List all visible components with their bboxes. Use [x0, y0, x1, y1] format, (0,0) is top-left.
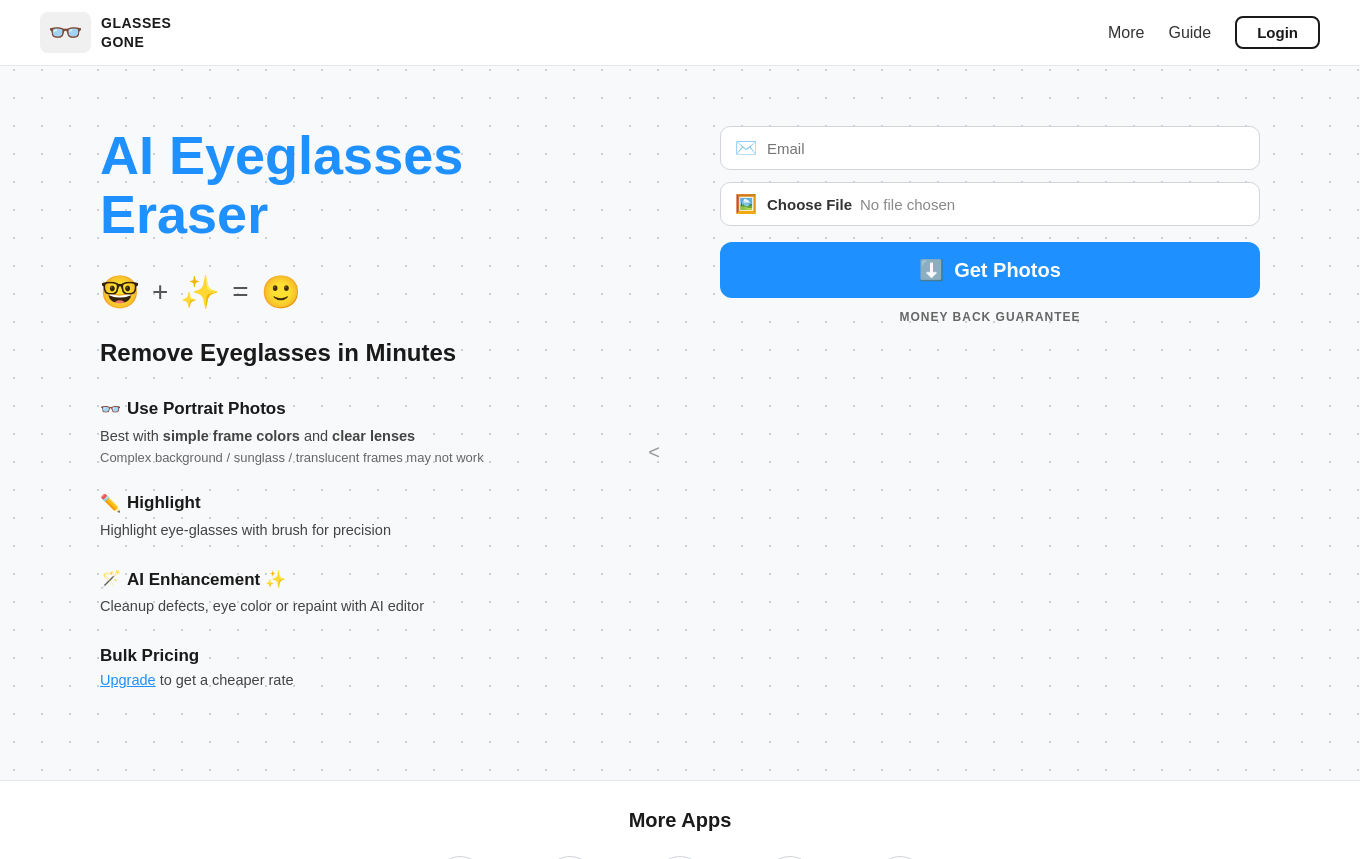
- emoji-glasses: 🤓: [100, 273, 140, 311]
- no-file-text: No file chosen: [860, 196, 955, 213]
- feature-portrait-sub: Complex background / sunglass / transluc…: [100, 450, 588, 465]
- email-icon: ✉️: [735, 137, 757, 159]
- bulk-title: Bulk Pricing: [100, 646, 588, 666]
- left-column: AI Eyeglasses Eraser 🤓 + ✨ = 🙂 Remove Ey…: [100, 126, 588, 720]
- nav-more[interactable]: More: [1108, 24, 1144, 42]
- feature-ai-desc: Cleanup defects, eye color or repaint wi…: [100, 596, 588, 618]
- nav: More Guide Login: [1108, 16, 1320, 49]
- feature-highlight-title: ✏️ Highlight: [100, 493, 588, 514]
- nav-guide[interactable]: Guide: [1168, 24, 1211, 42]
- login-button[interactable]: Login: [1235, 16, 1320, 49]
- subheading: Remove Eyeglasses in Minutes: [100, 339, 588, 367]
- logo[interactable]: 👓 GLASSES GONE: [40, 12, 171, 53]
- feature-ai-title: 🪄 AI Enhancement ✨: [100, 569, 588, 590]
- hero-title: AI Eyeglasses Eraser: [100, 126, 588, 245]
- more-apps-title: More Apps: [20, 809, 1340, 832]
- email-input-wrapper[interactable]: ✉️: [720, 126, 1260, 170]
- feature-highlight: ✏️ Highlight Highlight eye-glasses with …: [100, 493, 588, 542]
- email-input[interactable]: [767, 140, 1245, 157]
- emoji-smile: 🙂: [261, 273, 301, 311]
- choose-file-label: Choose File: [767, 196, 852, 213]
- feature-highlight-desc: Highlight eye-glasses with brush for pre…: [100, 520, 588, 542]
- get-photos-button[interactable]: ⬇️ Get Photos: [720, 242, 1260, 298]
- bulk-pricing: Bulk Pricing Upgrade to get a cheaper ra…: [100, 646, 588, 692]
- file-input-wrapper[interactable]: 🖼️ Choose File No file chosen: [720, 182, 1260, 226]
- money-back-text: MONEY BACK GUARANTEE: [720, 310, 1260, 324]
- more-apps-section: More Apps 👤Photo Bomb🙍Erase Background👕E…: [0, 780, 1360, 859]
- download-icon: ⬇️: [919, 258, 944, 282]
- feature-ai: 🪄 AI Enhancement ✨ Cleanup defects, eye …: [100, 569, 588, 618]
- collapse-arrow[interactable]: <: [648, 441, 660, 464]
- emoji-equals: =: [232, 276, 248, 308]
- upgrade-link[interactable]: Upgrade: [100, 672, 156, 688]
- emoji-row: 🤓 + ✨ = 🙂: [100, 273, 588, 311]
- feature-portrait-title: 👓 Use Portrait Photos: [100, 399, 588, 420]
- logo-text: GLASSES GONE: [101, 14, 171, 50]
- feature-portrait: 👓 Use Portrait Photos Best with simple f…: [100, 399, 588, 465]
- image-icon: 🖼️: [735, 193, 757, 215]
- emoji-plus: +: [152, 276, 168, 308]
- right-column: ✉️ 🖼️ Choose File No file chosen ⬇️ Get …: [720, 126, 1260, 324]
- logo-icon: 👓: [40, 12, 91, 53]
- feature-portrait-desc: Best with simple frame colors and clear …: [100, 426, 588, 448]
- bulk-desc: Upgrade to get a cheaper rate: [100, 670, 588, 692]
- emoji-wand: ✨: [180, 273, 220, 311]
